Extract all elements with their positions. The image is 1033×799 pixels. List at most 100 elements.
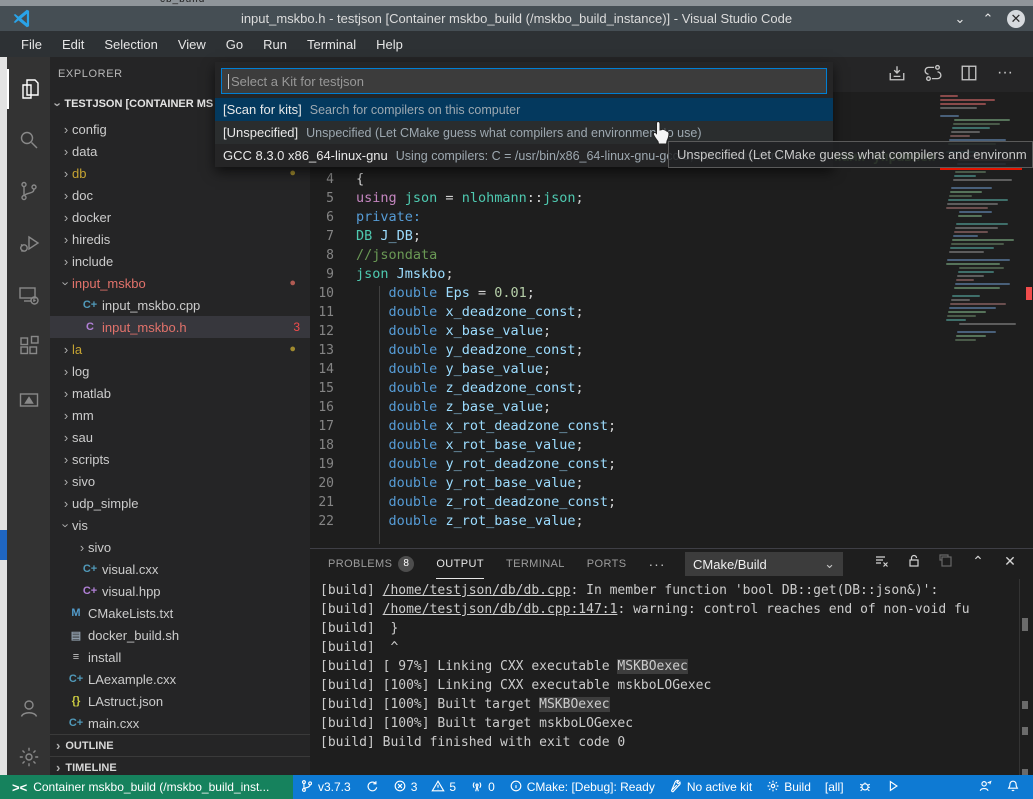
panel-tab-problems[interactable]: PROBLEMS 8 <box>328 549 415 579</box>
cmake-panel-icon[interactable] <box>7 380 50 420</box>
remote-connect-icon: >< <box>12 779 28 795</box>
code-line: 11 double x_deadzone_const; <box>310 303 1033 322</box>
tree-item-matlab[interactable]: › matlab <box>50 382 310 404</box>
line-number: 17 <box>318 419 334 434</box>
panel-scrollbar[interactable] <box>1019 579 1020 776</box>
tree-item-label: docker_build.sh <box>88 627 180 643</box>
panel-more-tabs-icon[interactable]: ··· <box>649 549 666 579</box>
tree-item-la[interactable]: › la ● <box>50 338 310 360</box>
line-number: 14 <box>318 362 334 377</box>
code-token: ; <box>575 380 584 396</box>
tree-item-LAstruct.json[interactable]: {} LAstruct.json <box>50 690 310 712</box>
menu-item-help[interactable]: Help <box>367 34 412 55</box>
split-editor-icon[interactable] <box>959 64 979 84</box>
close-button[interactable]: ✕ <box>1007 9 1025 28</box>
menu-item-go[interactable]: Go <box>217 34 252 55</box>
tree-item-sivo[interactable]: › sivo <box>50 470 310 492</box>
remote-indicator[interactable]: >< Container mskbo_build (/mskbo_build_i… <box>0 775 293 799</box>
status-bar: >< Container mskbo_build (/mskbo_build_i… <box>0 775 1033 799</box>
tree-item-CMakeLists.txt[interactable]: M CMakeLists.txt <box>50 602 310 624</box>
tree-item-vis[interactable]: › vis <box>50 514 310 536</box>
line-number: 9 <box>326 267 334 282</box>
tree-item-input_mskbo.cpp[interactable]: C+ input_mskbo.cpp <box>50 294 310 316</box>
tree-item-sau[interactable]: › sau <box>50 426 310 448</box>
code-token: using <box>356 190 397 206</box>
status-item--all-[interactable]: [all] <box>818 775 851 799</box>
lock-icon[interactable] <box>905 553 923 572</box>
status-radio-0[interactable]: 0 <box>463 775 502 799</box>
tree-item-log[interactable]: › log <box>50 360 310 382</box>
kit-option-1[interactable]: [Scan for kits] Search for compilers on t… <box>215 98 833 121</box>
tree-item-doc[interactable]: › doc <box>50 184 310 206</box>
panel-tab-terminal[interactable]: TERMINAL <box>506 549 565 579</box>
minimize-button[interactable]: ⌄ <box>951 11 969 27</box>
status-tools-no-active-kit[interactable]: No active kit <box>662 775 759 799</box>
output-channel-select[interactable]: CMake/Build ⌄ <box>685 552 843 576</box>
problems-count-badge: 3 <box>293 320 300 334</box>
explorer-icon[interactable] <box>7 69 50 109</box>
menu-item-run[interactable]: Run <box>254 34 296 55</box>
status-bug[interactable] <box>851 775 879 799</box>
code-token: y_deadzone_const <box>445 342 576 358</box>
status-bell[interactable] <box>999 775 1027 799</box>
code-line: 5 using json = nlohmann:: json; <box>310 189 1033 208</box>
tree-item-scripts[interactable]: › scripts <box>50 448 310 470</box>
timeline-section[interactable]: › TIMELINE <box>50 756 310 775</box>
run-debug-icon[interactable] <box>7 223 50 263</box>
output-text: [build] [100%] Built target mskboLOGexec <box>320 716 634 731</box>
sync-editors-icon[interactable] <box>923 64 943 84</box>
status-warning-5[interactable]: 5 <box>424 775 463 799</box>
tree-item-label: db <box>72 165 87 181</box>
status-item-label: v3.7.3 <box>318 780 351 794</box>
menu-item-file[interactable]: File <box>12 34 51 55</box>
tree-item-sivo[interactable]: › sivo <box>50 536 310 558</box>
status-error-3[interactable]: 3 <box>386 775 425 799</box>
source-control-icon[interactable] <box>7 171 50 211</box>
status-play[interactable] <box>879 775 907 799</box>
more-actions-icon[interactable]: ··· <box>995 64 1015 84</box>
tree-item-hiredis[interactable]: › hiredis <box>50 228 310 250</box>
tree-item-mm[interactable]: › mm <box>50 404 310 426</box>
warning-icon <box>431 779 446 796</box>
clear-output-icon[interactable] <box>873 553 891 572</box>
settings-icon[interactable] <box>7 737 50 777</box>
maximize-panel-icon[interactable]: ⌃ <box>969 553 987 572</box>
menu-item-view[interactable]: View <box>169 34 215 55</box>
tree-item-input_mskbo.h[interactable]: Cinput_mskbo.h 3 <box>50 316 310 338</box>
account-icon[interactable] <box>7 688 50 728</box>
menu-item-terminal[interactable]: Terminal <box>298 34 365 55</box>
status-feedback[interactable] <box>971 775 999 799</box>
search-icon[interactable] <box>7 120 50 160</box>
maximize-button[interactable]: ⌃ <box>979 11 997 27</box>
tree-item-visual.hpp[interactable]: C+ visual.hpp <box>50 580 310 602</box>
extensions-icon[interactable] <box>7 326 50 366</box>
tree-item-docker[interactable]: › docker <box>50 206 310 228</box>
tree-item-visual.cxx[interactable]: C+ visual.cxx <box>50 558 310 580</box>
tree-item-docker_build.sh[interactable]: ▤ docker_build.sh <box>50 624 310 646</box>
code-token: z_base_value <box>445 399 543 415</box>
open-in-editor-icon[interactable] <box>937 553 955 572</box>
status-info-cmake-debug-ready[interactable]: CMake: [Debug]: Ready <box>502 775 662 799</box>
status-branch-v3.7.3[interactable]: v3.7.3 <box>293 775 358 799</box>
status-sync[interactable] <box>358 775 386 799</box>
file-tree: › config › data › db ● › doc › docker › hiredis › incl… <box>50 118 310 734</box>
code-token: z_rot_deadzone_const <box>445 494 608 510</box>
quick-pick-input[interactable]: Select a Kit for testjson <box>221 68 827 94</box>
panel-tab-ports[interactable]: PORTS <box>587 549 627 579</box>
tree-item-udp_simple[interactable]: › udp_simple <box>50 492 310 514</box>
tree-item-include[interactable]: › include <box>50 250 310 272</box>
status-gear-build[interactable]: Build <box>759 775 818 799</box>
tree-item-input_mskbo[interactable]: › input_mskbo ● <box>50 272 310 294</box>
run-build-icon[interactable] <box>887 64 907 84</box>
tree-item-main.cxx[interactable]: C+ main.cxx <box>50 712 310 734</box>
file-link[interactable]: /home/testjson/db/db.cpp:147:1 <box>383 602 618 617</box>
tree-item-LAexample.cxx[interactable]: C+ LAexample.cxx <box>50 668 310 690</box>
remote-explorer-icon[interactable] <box>7 275 50 315</box>
panel-tab-output[interactable]: OUTPUT <box>436 549 484 579</box>
menu-item-edit[interactable]: Edit <box>53 34 93 55</box>
outline-section[interactable]: › OUTLINE <box>50 734 310 756</box>
menu-item-selection[interactable]: Selection <box>95 34 166 55</box>
tree-item-install[interactable]: ≡ install <box>50 646 310 668</box>
close-panel-icon[interactable]: ✕ <box>1001 553 1019 572</box>
file-link[interactable]: /home/testjson/db/db.cpp <box>383 583 571 598</box>
